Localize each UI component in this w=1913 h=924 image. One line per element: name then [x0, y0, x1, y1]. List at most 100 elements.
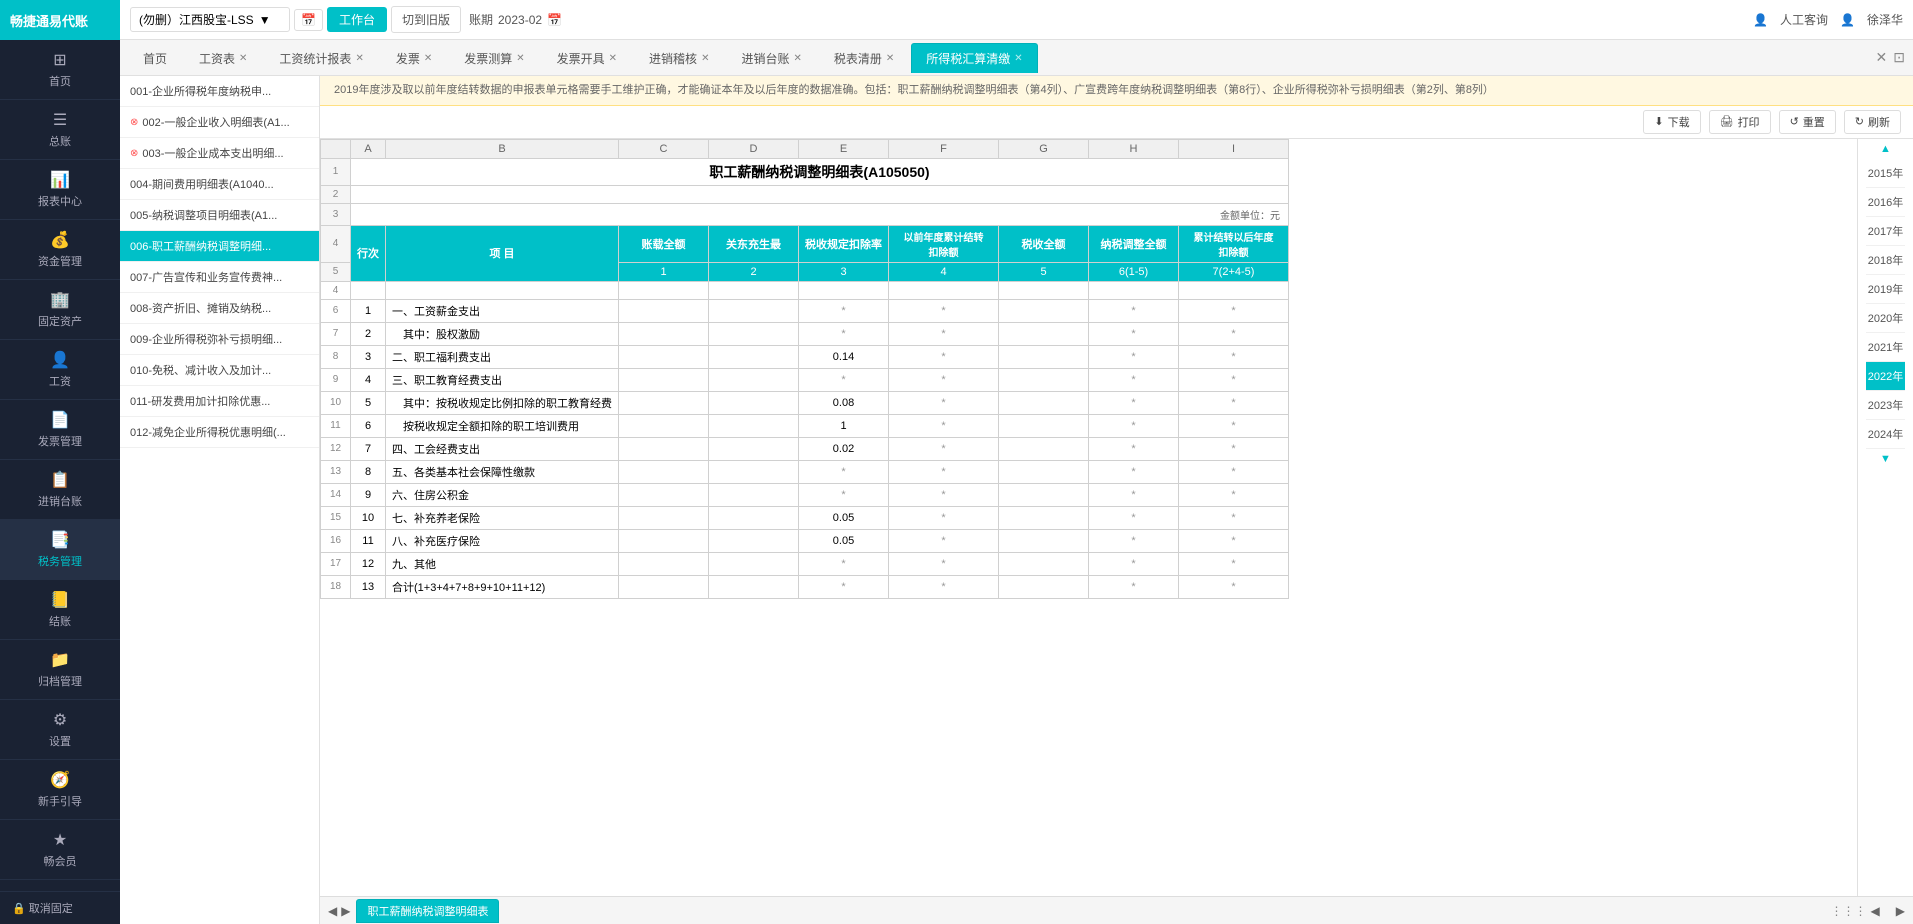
- cell-r12-c9[interactable]: *: [1179, 437, 1289, 460]
- cell-r9-c3[interactable]: [619, 368, 709, 391]
- cell-r16-c9[interactable]: *: [1179, 529, 1289, 552]
- sidebar-item-4[interactable]: 🏢固定资产: [0, 280, 120, 340]
- cell-r14-c7[interactable]: [999, 483, 1089, 506]
- sidebar-item-6[interactable]: 📄发票管理: [0, 400, 120, 460]
- cell-r15-c9[interactable]: *: [1179, 506, 1289, 529]
- cell-r18-c3[interactable]: [619, 575, 709, 598]
- tab-close-6[interactable]: ✕: [701, 53, 709, 64]
- cell-r15-c8[interactable]: *: [1089, 506, 1179, 529]
- year-item-2017年[interactable]: 2017年: [1866, 217, 1905, 246]
- report-item-008[interactable]: 008-资产折旧、摊销及纳税...: [120, 293, 319, 324]
- cell-r18-c4[interactable]: [709, 575, 799, 598]
- tab-3[interactable]: 发票✕: [381, 43, 447, 73]
- cell-r13-c7[interactable]: [999, 460, 1089, 483]
- cell-r15-c6[interactable]: *: [889, 506, 999, 529]
- cell-r9-c9[interactable]: *: [1179, 368, 1289, 391]
- report-item-012[interactable]: 012-减免企业所得税优惠明细(...: [120, 417, 319, 448]
- sidebar-item-9[interactable]: 📒结账: [0, 580, 120, 640]
- cell-r10-c8[interactable]: *: [1089, 391, 1179, 414]
- cell-r10-c5[interactable]: 0.08: [799, 391, 889, 414]
- cell-r7-c3[interactable]: [619, 322, 709, 345]
- year-item-2020年[interactable]: 2020年: [1866, 304, 1905, 333]
- sidebar-item-0[interactable]: ⊞首页: [0, 40, 120, 100]
- cell-r14-c9[interactable]: *: [1179, 483, 1289, 506]
- cell-r17-c6[interactable]: *: [889, 552, 999, 575]
- refresh-button[interactable]: ↻ 刷新: [1844, 110, 1901, 134]
- cell-r10-c6[interactable]: *: [889, 391, 999, 414]
- cell-r17-c3[interactable]: [619, 552, 709, 575]
- cell-r11-c9[interactable]: *: [1179, 414, 1289, 437]
- cell-r7-c4[interactable]: [709, 322, 799, 345]
- cell-r16-c6[interactable]: *: [889, 529, 999, 552]
- cell-r12-c5[interactable]: 0.02: [799, 437, 889, 460]
- tab-7[interactable]: 进销台账✕: [726, 43, 816, 73]
- cell-r18-c6[interactable]: *: [889, 575, 999, 598]
- sheet-scroll-left-btn[interactable]: ◀: [1871, 904, 1880, 918]
- cell-r8-c6[interactable]: *: [889, 345, 999, 368]
- cell-r4-c3[interactable]: [619, 281, 709, 299]
- sidebar-item-12[interactable]: 🧭新手引导: [0, 760, 120, 820]
- tab-2[interactable]: 工资统计报表✕: [264, 43, 378, 73]
- cell-r12-c4[interactable]: [709, 437, 799, 460]
- cell-r14-c8[interactable]: *: [1089, 483, 1179, 506]
- bottom-tab-active[interactable]: 职工薪酬纳税调整明细表: [356, 899, 499, 923]
- report-item-007[interactable]: 007-广告宣传和业务宣传费神...: [120, 262, 319, 293]
- cell-r11-c3[interactable]: [619, 414, 709, 437]
- cell-r16-c5[interactable]: 0.05: [799, 529, 889, 552]
- cell-r9-c6[interactable]: *: [889, 368, 999, 391]
- sidebar-item-3[interactable]: 💰资金管理: [0, 220, 120, 280]
- tab-5[interactable]: 发票开具✕: [542, 43, 632, 73]
- cell-r13-c3[interactable]: [619, 460, 709, 483]
- sidebar-item-8[interactable]: 📑税务管理: [0, 520, 120, 580]
- switch-old-button[interactable]: 切到旧版: [391, 6, 461, 33]
- cell-r4-c5[interactable]: [799, 281, 889, 299]
- cell-r17-c4[interactable]: [709, 552, 799, 575]
- cell-r12-c6[interactable]: *: [889, 437, 999, 460]
- cell-r8-c8[interactable]: *: [1089, 345, 1179, 368]
- cell-r15-c3[interactable]: [619, 506, 709, 529]
- cell-r15-c7[interactable]: [999, 506, 1089, 529]
- cell-r6-c4[interactable]: [709, 299, 799, 322]
- prev-sheet-btn[interactable]: ◀: [328, 904, 337, 918]
- tab-close-5[interactable]: ✕: [609, 53, 617, 64]
- year-item-2016年[interactable]: 2016年: [1866, 188, 1905, 217]
- cell-r11-c4[interactable]: [709, 414, 799, 437]
- tab-close-2[interactable]: ✕: [355, 53, 363, 64]
- sheet-options-icon[interactable]: ⋮⋮⋮: [1831, 904, 1867, 918]
- cell-r14-c4[interactable]: [709, 483, 799, 506]
- cell-r15-c4[interactable]: [709, 506, 799, 529]
- tab-4[interactable]: 发票测算✕: [449, 43, 539, 73]
- report-item-005[interactable]: 005-纳税调整项目明细表(A1...: [120, 200, 319, 231]
- sidebar-item-5[interactable]: 👤工资: [0, 340, 120, 400]
- cell-r7-c8[interactable]: *: [1089, 322, 1179, 345]
- cell-r6-c9[interactable]: *: [1179, 299, 1289, 322]
- cell-r8-c4[interactable]: [709, 345, 799, 368]
- cell-r11-c8[interactable]: *: [1089, 414, 1179, 437]
- tab-1[interactable]: 工资表✕: [184, 43, 262, 73]
- cell-r9-c5[interactable]: *: [799, 368, 889, 391]
- cell-r18-c5[interactable]: *: [799, 575, 889, 598]
- cell-r16-c3[interactable]: [619, 529, 709, 552]
- cell-r17-c8[interactable]: *: [1089, 552, 1179, 575]
- reset-button[interactable]: ↺ 重置: [1779, 110, 1836, 134]
- sidebar-item-11[interactable]: ⚙设置: [0, 700, 120, 760]
- cell-r4-c6[interactable]: [889, 281, 999, 299]
- report-item-003[interactable]: ⊗003-一般企业成本支出明细...: [120, 138, 319, 169]
- cell-r4-c7[interactable]: [999, 281, 1089, 299]
- cell-r9-c8[interactable]: *: [1089, 368, 1179, 391]
- cell-r11-c7[interactable]: [999, 414, 1089, 437]
- cell-r8-c5[interactable]: 0.14: [799, 345, 889, 368]
- workspace-button[interactable]: 工作台: [327, 7, 387, 32]
- cell-r16-c7[interactable]: [999, 529, 1089, 552]
- cell-r7-c9[interactable]: *: [1179, 322, 1289, 345]
- cell-r6-c6[interactable]: *: [889, 299, 999, 322]
- report-item-009[interactable]: 009-企业所得税弥补亏损明细...: [120, 324, 319, 355]
- cell-r7-c7[interactable]: [999, 322, 1089, 345]
- report-item-011[interactable]: 011-研发费用加计扣除优惠...: [120, 386, 319, 417]
- report-item-002[interactable]: ⊗002-一般企业收入明细表(A1...: [120, 107, 319, 138]
- cell-r13-c6[interactable]: *: [889, 460, 999, 483]
- cell-r7-c6[interactable]: *: [889, 322, 999, 345]
- sheet-scroll-right-btn[interactable]: ▶: [1896, 904, 1905, 918]
- company-selector[interactable]: (勿删）江西股宝-LSS ▼: [130, 7, 290, 32]
- cell-r18-c7[interactable]: [999, 575, 1089, 598]
